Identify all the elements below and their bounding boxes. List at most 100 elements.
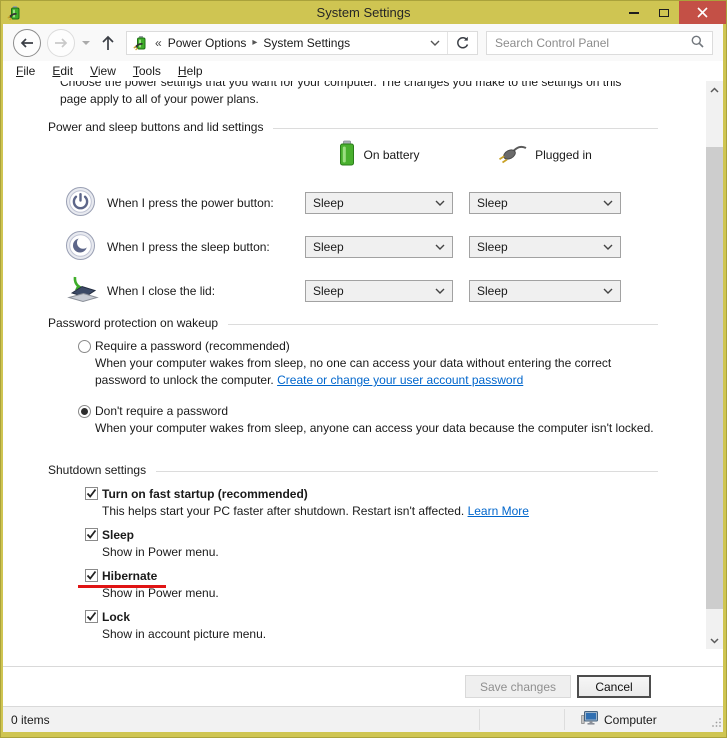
checkbox-label[interactable]: Hibernate — [102, 568, 157, 584]
search-icon[interactable] — [691, 35, 704, 51]
breadcrumb-item-system-settings[interactable]: System Settings — [263, 36, 350, 50]
close-button[interactable] — [679, 1, 726, 24]
menu-file[interactable]: File — [16, 64, 35, 78]
chevron-down-icon — [603, 244, 613, 250]
close-icon — [697, 7, 708, 18]
select-value: Sleep — [477, 196, 508, 210]
statusbar-divider — [479, 709, 480, 730]
checkbox-label[interactable]: Turn on fast startup (recommended) — [102, 486, 529, 502]
select-value: Sleep — [477, 283, 508, 298]
status-bar: 0 items Computer — [3, 706, 723, 732]
lock-checkbox[interactable] — [85, 610, 98, 623]
checkbox-option-lock: Lock Show in account picture menu. — [85, 609, 723, 643]
breadcrumb-overflow-chevron[interactable]: « — [155, 36, 162, 50]
checkmark-icon — [86, 529, 97, 539]
maximize-button[interactable] — [649, 1, 679, 24]
minimize-icon — [629, 11, 639, 14]
require-password-radio[interactable] — [78, 340, 91, 353]
menu-help[interactable]: Help — [178, 64, 203, 78]
section-rule — [273, 127, 658, 129]
checkmark-icon — [86, 611, 97, 621]
scroll-down-button[interactable] — [706, 632, 723, 649]
hibernate-checkbox[interactable] — [85, 569, 98, 582]
power-button-icon — [65, 186, 107, 220]
sleep-checkbox[interactable] — [85, 528, 98, 541]
checkbox-description: This helps start your PC faster after sh… — [102, 504, 529, 518]
lid-close-icon — [65, 274, 107, 307]
close-lid-plugged-in-select[interactable]: Sleep — [469, 279, 621, 302]
up-button[interactable] — [98, 32, 118, 54]
change-password-link[interactable]: Create or change your user account passw… — [277, 373, 523, 387]
search-input[interactable] — [495, 35, 691, 50]
checkbox-description: Show in account picture menu. — [102, 627, 267, 641]
chevron-up-icon — [710, 86, 719, 93]
power-column-headers: On battery Plugged in — [305, 140, 723, 170]
back-arrow-icon — [20, 37, 33, 48]
power-options-icon — [133, 35, 149, 51]
chevron-down-icon — [710, 637, 719, 644]
radio-description: When your computer wakes from sleep, no … — [95, 356, 612, 387]
fast-startup-checkbox[interactable] — [85, 487, 98, 500]
setting-label: When I press the power button: — [107, 196, 274, 210]
checkbox-label[interactable]: Lock — [102, 609, 266, 625]
section-title: Shutdown settings — [48, 463, 147, 477]
checkbox-description: Show in Power menu. — [102, 545, 219, 559]
menu-view[interactable]: View — [90, 64, 116, 78]
recent-pages-dropdown[interactable] — [82, 40, 90, 45]
battery-icon — [338, 140, 356, 170]
power-button-on-battery-select[interactable]: Sleep — [305, 192, 453, 214]
breadcrumb-item-power-options[interactable]: Power Options — [168, 36, 247, 50]
back-button[interactable] — [13, 28, 41, 57]
caption-buttons — [619, 1, 726, 24]
setting-label: When I close the lid: — [107, 283, 216, 298]
column-label: On battery — [363, 148, 420, 162]
checkbox-option-sleep: Sleep Show in Power menu. — [85, 527, 723, 561]
menu-tools[interactable]: Tools — [133, 64, 161, 78]
breadcrumb-separator-icon[interactable]: ▸ — [252, 37, 257, 48]
up-arrow-icon — [102, 35, 114, 50]
power-button-plugged-in-select[interactable]: Sleep — [469, 192, 621, 214]
refresh-icon — [456, 36, 468, 48]
vertical-scrollbar[interactable] — [706, 81, 723, 649]
scroll-up-button[interactable] — [706, 81, 723, 98]
zone-label: Computer — [604, 712, 657, 727]
checkbox-option-fast-startup: Turn on fast startup (recommended) This … — [85, 486, 723, 520]
intro-line: page apply to all of your power plans. — [60, 92, 259, 106]
column-on-battery: On battery — [305, 140, 453, 170]
radio-label[interactable]: Don't require a password — [95, 403, 654, 419]
close-lid-on-battery-select[interactable]: Sleep — [305, 279, 453, 302]
sleep-button-on-battery-select[interactable]: Sleep — [305, 236, 453, 258]
address-dropdown-button[interactable] — [423, 32, 447, 54]
column-plugged-in: Plugged in — [469, 140, 621, 170]
section-title: Power and sleep buttons and lid settings — [48, 120, 264, 134]
refresh-button[interactable] — [447, 31, 477, 54]
scrollbar-thumb[interactable] — [706, 147, 723, 609]
section-title: Password protection on wakeup — [48, 316, 219, 330]
checkbox-label[interactable]: Sleep — [102, 527, 219, 543]
section-shutdown-header: Shutdown settings — [48, 463, 658, 477]
dont-require-password-radio[interactable] — [78, 405, 91, 418]
search-box[interactable] — [486, 30, 713, 55]
setting-row-power-button: When I press the power button: Sleep Sle… — [65, 186, 723, 216]
sleep-button-plugged-in-select[interactable]: Sleep — [469, 236, 621, 258]
select-value: Sleep — [313, 196, 344, 210]
client-area: « Power Options ▸ System Settings Search… — [3, 24, 723, 732]
cancel-button[interactable]: Cancel — [577, 675, 651, 698]
save-changes-button[interactable]: Save changes — [465, 675, 571, 698]
resize-grip[interactable] — [711, 717, 722, 731]
forward-button[interactable] — [47, 28, 75, 57]
security-zone: Computer — [581, 707, 657, 732]
minimize-button[interactable] — [619, 1, 649, 24]
radio-option-require-password: Require a password (recommended) When yo… — [78, 338, 723, 389]
chevron-down-icon — [435, 244, 445, 250]
forward-arrow-icon — [55, 37, 68, 48]
address-bar[interactable]: « Power Options ▸ System Settings — [126, 30, 478, 55]
learn-more-link[interactable]: Learn More — [468, 504, 529, 518]
titlebar[interactable]: System Settings — [1, 1, 726, 24]
chevron-down-icon — [435, 200, 445, 206]
radio-label[interactable]: Require a password (recommended) — [95, 338, 660, 354]
chevron-down-icon — [435, 288, 445, 294]
menu-edit[interactable]: Edit — [52, 64, 73, 78]
select-value: Sleep — [313, 283, 344, 298]
intro-text: Choose the power settings that you want … — [60, 81, 703, 107]
